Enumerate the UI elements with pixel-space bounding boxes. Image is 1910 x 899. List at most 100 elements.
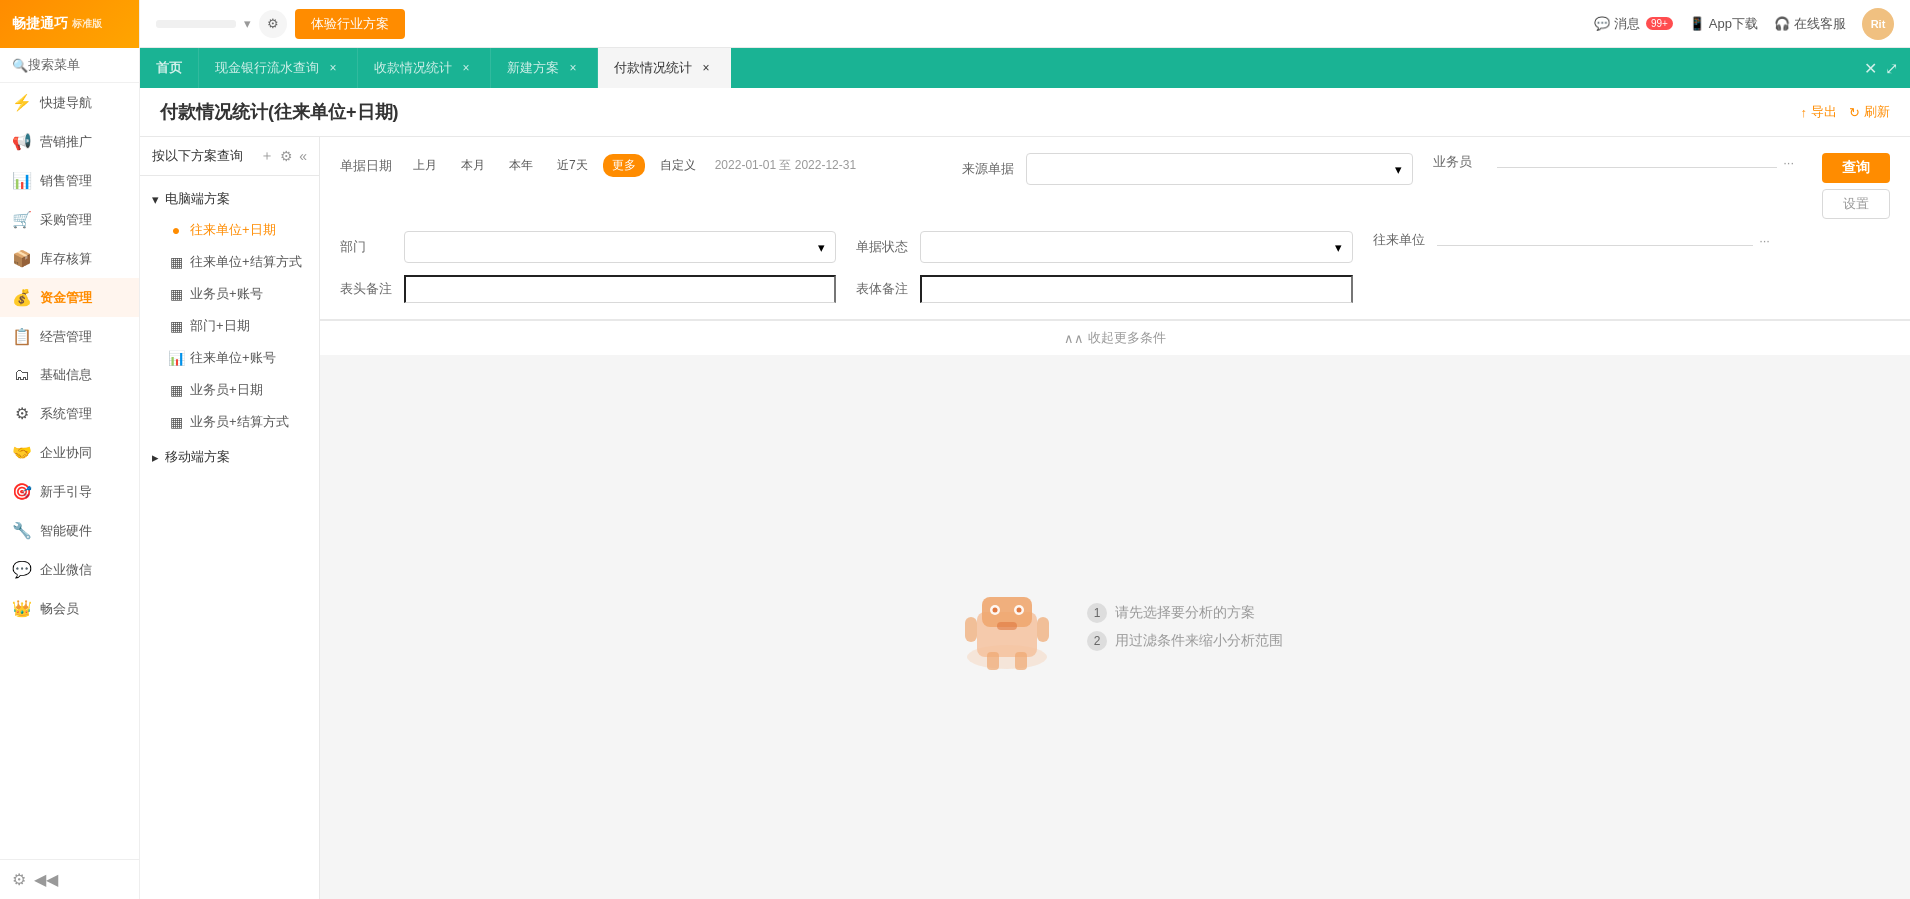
collapse-sidebar-icon[interactable]: ◀◀ — [34, 870, 58, 889]
address-dropdown-icon[interactable]: ▾ — [244, 16, 251, 31]
sidebar-item-operation[interactable]: 📋 经营管理 — [0, 317, 139, 356]
date-btn-custom[interactable]: 自定义 — [651, 153, 705, 178]
tab-receipt-stats[interactable]: 收款情况统计 × — [358, 48, 491, 88]
partner-value: ··· — [1437, 233, 1770, 248]
date-btn-this-month[interactable]: 本月 — [452, 153, 494, 178]
query-btn[interactable]: 查询 — [1822, 153, 1890, 183]
scheme-item-unit-account[interactable]: 📊 往来单位+账号 — [140, 342, 319, 374]
online-service-btn[interactable]: 🎧 在线客服 — [1774, 15, 1846, 33]
tab-new-scheme-close[interactable]: × — [565, 60, 581, 76]
body-note-input[interactable] — [920, 275, 1352, 303]
collapse-conditions-btn[interactable]: ∧∧ 收起更多条件 — [1064, 329, 1166, 347]
scheme-item-unit-settlement[interactable]: ▦ 往来单位+结算方式 — [140, 246, 319, 278]
sidebar-item-cooperation[interactable]: 🤝 企业协同 — [0, 433, 139, 472]
tab-bank-flow-close[interactable]: × — [325, 60, 341, 76]
date-btn-last-month[interactable]: 上月 — [404, 153, 446, 178]
doc-status-select[interactable]: ▾ — [920, 231, 1352, 263]
sidebar-item-hardware[interactable]: 🔧 智能硬件 — [0, 511, 139, 550]
partner-field: 往来单位 ··· — [1373, 231, 1770, 249]
partner-input-display[interactable] — [1437, 235, 1753, 246]
sidebar-item-guide[interactable]: 🎯 新手引导 — [0, 472, 139, 511]
date-btn-this-year[interactable]: 本年 — [500, 153, 542, 178]
dept-select[interactable]: ▾ — [404, 231, 836, 263]
sidebar-item-label: 畅会员 — [40, 600, 79, 618]
salesperson-input-display[interactable] — [1497, 157, 1777, 168]
topbar-settings-btn[interactable]: ⚙ — [259, 10, 287, 38]
address-bar — [156, 20, 236, 28]
scheme-item-staff-date[interactable]: ▦ 业务员+日期 — [140, 374, 319, 406]
scheme-add-btn[interactable]: ＋ — [260, 147, 274, 165]
header-note-input[interactable] — [404, 275, 836, 303]
filter-panel: 单据日期 上月 本月 本年 近7天 更多 自定义 2022-01-01 至 20… — [320, 137, 1910, 320]
system-icon: ⚙ — [12, 404, 32, 423]
sidebar-item-sales[interactable]: 📊 销售管理 — [0, 161, 139, 200]
app-name: 畅捷通巧 — [12, 15, 68, 33]
salesperson-label: 业务员 — [1433, 153, 1489, 171]
topbar-left: ▾ ⚙ 体验行业方案 — [156, 9, 405, 39]
tab-new-scheme[interactable]: 新建方案 × — [491, 48, 598, 88]
collapse-bar: ∧∧ 收起更多条件 — [320, 320, 1910, 355]
sidebar-item-inventory[interactable]: 📦 库存核算 — [0, 239, 139, 278]
date-btn-last-7[interactable]: 近7天 — [548, 153, 597, 178]
sidebar-item-system[interactable]: ⚙ 系统管理 — [0, 394, 139, 433]
tab-bank-flow[interactable]: 现金银行流水查询 × — [199, 48, 358, 88]
hint-text-1: 请先选择要分析的方案 — [1115, 604, 1255, 622]
inventory-icon: 📦 — [12, 249, 32, 268]
trial-btn[interactable]: 体验行业方案 — [295, 9, 405, 39]
close-all-tabs-icon[interactable]: ✕ — [1864, 59, 1877, 78]
tab-payment-stats-close[interactable]: × — [698, 60, 714, 76]
scheme-grid-icon: ▦ — [168, 254, 184, 270]
partner-label: 往来单位 — [1373, 231, 1429, 249]
chevron-up-icon: ∧∧ — [1064, 331, 1084, 346]
app-download-btn[interactable]: 📱 App下载 — [1689, 15, 1758, 33]
refresh-btn[interactable]: ↻ 刷新 — [1849, 103, 1890, 121]
expand-icon[interactable]: ⤢ — [1885, 59, 1898, 78]
scheme-settings-icon[interactable]: ⚙ — [280, 148, 293, 164]
topbar: ▾ ⚙ 体验行业方案 💬 消息 99+ 📱 App下载 🎧 在线客服 Rit — [140, 0, 1910, 48]
tab-home-label: 首页 — [156, 59, 182, 77]
settings-bottom-icon[interactable]: ⚙ — [12, 870, 26, 889]
export-icon: ↑ — [1801, 105, 1808, 120]
user-avatar[interactable]: Rit — [1862, 8, 1894, 40]
scheme-item-staff-settlement[interactable]: ▦ 业务员+结算方式 — [140, 406, 319, 438]
scheme-item-label: 往来单位+账号 — [190, 349, 276, 367]
sidebar-item-quick-nav[interactable]: ⚡ 快捷导航 — [0, 83, 139, 122]
sidebar-item-label: 销售管理 — [40, 172, 92, 190]
export-btn[interactable]: ↑ 导出 — [1801, 103, 1838, 121]
date-btn-more[interactable]: 更多 — [603, 154, 645, 177]
sidebar-item-basic-info[interactable]: 🗂 基础信息 — [0, 356, 139, 394]
chevron-right-icon: ▸ — [152, 450, 159, 465]
scheme-item-label: 部门+日期 — [190, 317, 250, 335]
mobile-group-header[interactable]: ▸ 移动端方案 — [140, 442, 319, 472]
scheme-collapse-btn[interactable]: « — [299, 148, 307, 164]
sidebar-item-purchase[interactable]: 🛒 采购管理 — [0, 200, 139, 239]
hint-num-2: 2 — [1087, 631, 1107, 651]
result-area: 1 请先选择要分析的方案 2 用过滤条件来缩小分析范围 — [320, 355, 1910, 899]
salesperson-value: ··· — [1497, 155, 1794, 170]
notification-btn[interactable]: 💬 消息 99+ — [1594, 15, 1673, 33]
scheme-item-dept-date[interactable]: ▦ 部门+日期 — [140, 310, 319, 342]
filter-settings-btn[interactable]: 设置 — [1822, 189, 1890, 219]
search-icon: 🔍 — [12, 58, 28, 73]
scheme-panel-title: 按以下方案查询 — [152, 147, 260, 165]
search-menu[interactable]: 🔍 搜索菜单 — [0, 48, 139, 83]
dept-label: 部门 — [340, 238, 396, 256]
notification-label: 消息 — [1614, 15, 1640, 33]
salesperson-more-icon[interactable]: ··· — [1783, 155, 1794, 170]
tab-receipt-stats-close[interactable]: × — [458, 60, 474, 76]
source-doc-select[interactable]: ▾ — [1026, 153, 1413, 185]
dept-field: 部门 ▾ — [340, 231, 836, 263]
scheme-item-unit-date[interactable]: ● 往来单位+日期 — [140, 214, 319, 246]
quick-nav-icon: ⚡ — [12, 93, 32, 112]
sidebar-item-finance[interactable]: 💰 资金管理 — [0, 278, 139, 317]
sidebar-item-wechat[interactable]: 💬 企业微信 — [0, 550, 139, 589]
partner-more-icon[interactable]: ··· — [1759, 233, 1770, 248]
sidebar-item-label: 资金管理 — [40, 289, 92, 307]
tab-home[interactable]: 首页 — [140, 48, 199, 88]
scheme-item-staff-account[interactable]: ▦ 业务员+账号 — [140, 278, 319, 310]
tab-payment-stats[interactable]: 付款情况统计 × — [598, 48, 731, 88]
sidebar-item-vip[interactable]: 👑 畅会员 — [0, 589, 139, 628]
desktop-group-header[interactable]: ▾ 电脑端方案 — [140, 184, 319, 214]
tab-payment-stats-label: 付款情况统计 — [614, 59, 692, 77]
sidebar-item-marketing[interactable]: 📢 营销推广 — [0, 122, 139, 161]
